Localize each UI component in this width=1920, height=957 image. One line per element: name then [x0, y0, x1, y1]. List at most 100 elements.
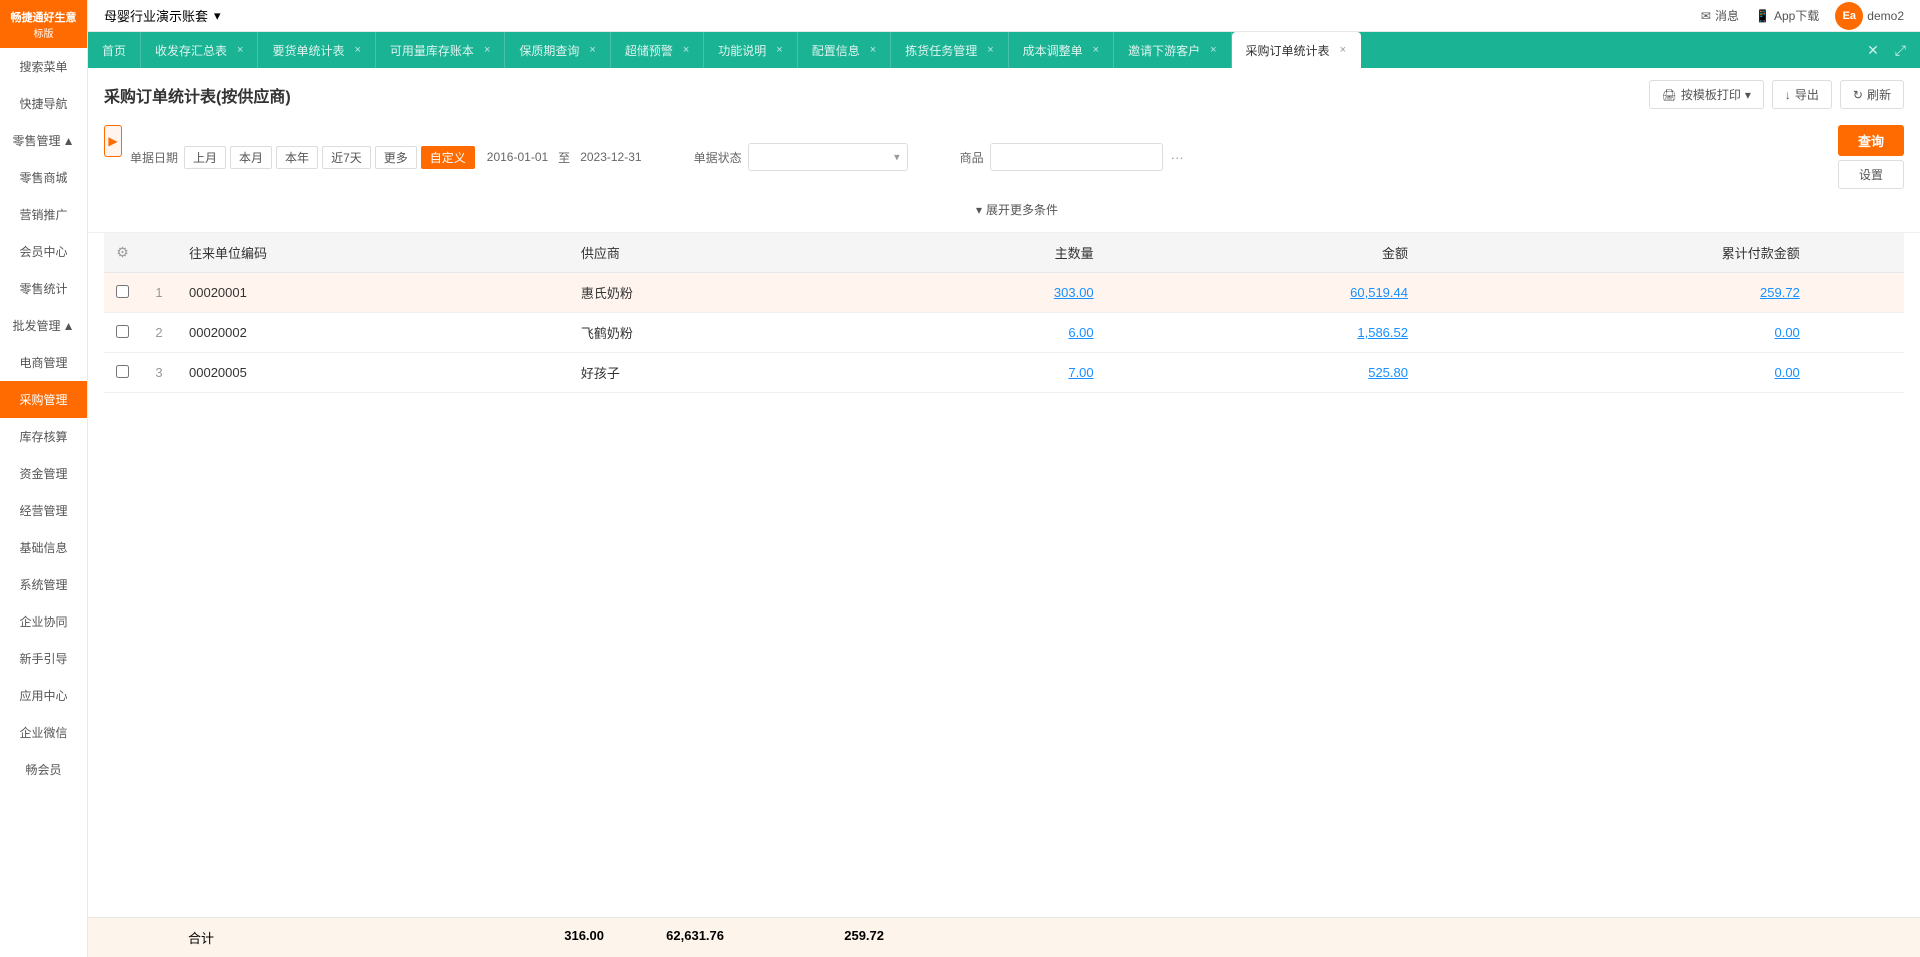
wholesale-arrow-icon: ▲ [63, 319, 75, 333]
sidebar-item-ecommerce[interactable]: 电商管理 [0, 344, 87, 381]
tab-close-all-btn[interactable]: ✕ [1861, 40, 1885, 61]
row-amount[interactable]: 1,586.52 [1106, 313, 1420, 353]
tab-receive-summary-close[interactable]: × [237, 44, 243, 56]
tab-overstock-alert-close[interactable]: × [683, 44, 689, 56]
filter-status-select[interactable] [748, 143, 908, 171]
date-range-sep: 至 [558, 149, 570, 166]
tab-overstock-alert-label: 超储预警 [625, 42, 673, 59]
row-main-qty[interactable]: 6.00 [861, 313, 1106, 353]
tab-overstock-alert[interactable]: 超储预警 × [611, 32, 704, 68]
sidebar-item-retail-label: 零售管理 [13, 132, 61, 149]
footer-amount: 62,631.76 [616, 928, 736, 947]
tab-picking-tasks-close[interactable]: × [987, 44, 993, 56]
sidebar-item-member[interactable]: 会员中心 [0, 233, 87, 270]
tab-purchase-summary-close[interactable]: × [1340, 44, 1346, 56]
tab-config-info-close[interactable]: × [870, 44, 876, 56]
tab-goods-summary-close[interactable]: × [354, 44, 360, 56]
filter-goods-item: 商品 ··· [960, 143, 1184, 171]
sidebar-item-retail[interactable]: 零售管理 ▲ [0, 122, 87, 159]
refresh-btn[interactable]: ↻ 刷新 [1840, 80, 1904, 109]
date-btn-last-month[interactable]: 上月 [184, 146, 226, 169]
row-paid-amount[interactable]: 259.72 [1420, 273, 1812, 313]
sidebar-item-wechat[interactable]: 企业微信 [0, 714, 87, 751]
tab-purchase-summary[interactable]: 采购订单统计表 × [1232, 32, 1361, 68]
sidebar-item-newguide[interactable]: 新手引导 [0, 640, 87, 677]
tab-home[interactable]: 首页 [88, 32, 141, 68]
message-icon: ✉ [1701, 9, 1711, 23]
tab-expiry-query-close[interactable]: × [589, 44, 595, 56]
row-amount[interactable]: 525.80 [1106, 353, 1420, 393]
expand-icon: ▾ [976, 203, 982, 217]
tab-available-inventory-close[interactable]: × [484, 44, 490, 56]
sidebar-item-enterprise[interactable]: 企业协同 [0, 603, 87, 640]
sidebar-item-search[interactable]: 搜索菜单 [0, 48, 87, 85]
row-amount[interactable]: 60,519.44 [1106, 273, 1420, 313]
sidebar-item-basic[interactable]: 基础信息 [0, 529, 87, 566]
tab-function-desc[interactable]: 功能说明 × [704, 32, 797, 68]
footer-main-qty: 316.00 [496, 928, 616, 947]
filter-goods-label: 商品 [960, 149, 984, 166]
row-paid-amount[interactable]: 0.00 [1420, 313, 1812, 353]
tab-function-desc-label: 功能说明 [718, 42, 766, 59]
row-extra [1812, 353, 1904, 393]
row-unit-code: 00020005 [177, 353, 569, 393]
row-main-qty[interactable]: 303.00 [861, 273, 1106, 313]
sidebar-item-shortcut[interactable]: 快捷导航 [0, 85, 87, 122]
goods-search-more-icon[interactable]: ··· [1171, 150, 1184, 165]
date-btn-this-month[interactable]: 本月 [230, 146, 272, 169]
date-btn-this-year[interactable]: 本年 [276, 146, 318, 169]
row-paid-amount[interactable]: 0.00 [1420, 353, 1812, 393]
column-settings-icon[interactable]: ⚙ [116, 244, 129, 260]
settings-btn[interactable]: 设置 [1838, 160, 1904, 189]
query-btn[interactable]: 查询 [1838, 125, 1904, 156]
filter-goods-input[interactable] [990, 143, 1163, 171]
sidebar-item-operations[interactable]: 经营管理 [0, 492, 87, 529]
sidebar-item-purchase[interactable]: 采购管理 [0, 381, 87, 418]
tab-available-inventory[interactable]: 可用量库存账本 × [376, 32, 505, 68]
template-print-btn[interactable]: 🖨 按模板打印 ▾ [1649, 80, 1764, 109]
main-area: 母婴行业演示账套 ▾ ✉ 消息 📱 App下载 Ea demo2 首页 收发存汇… [88, 0, 1920, 957]
sidebar-item-finance[interactable]: 资金管理 [0, 455, 87, 492]
tab-receive-summary[interactable]: 收发存汇总表 × [141, 32, 258, 68]
filter-date-item: 单据日期 上月 本月 本年 近7天 更多 自定义 [130, 146, 475, 169]
row-checkbox[interactable] [116, 285, 129, 298]
tab-invite-downstream[interactable]: 邀请下游客户 × [1114, 32, 1231, 68]
app-download-btn[interactable]: 📱 App下载 [1755, 7, 1819, 24]
date-btn-7days[interactable]: 近7天 [322, 146, 371, 169]
sidebar-item-retail-stats[interactable]: 零售统计 [0, 270, 87, 307]
user-avatar-btn[interactable]: Ea demo2 [1835, 2, 1904, 30]
row-main-qty[interactable]: 7.00 [861, 353, 1106, 393]
table-row: 3 00020005 好孩子 7.00 525.80 0.00 [104, 353, 1904, 393]
print-icon: 🖨 [1662, 88, 1677, 102]
tab-invite-downstream-close[interactable]: × [1210, 44, 1216, 56]
date-btn-custom[interactable]: 自定义 [421, 146, 475, 169]
footer-supplier-spacer [336, 928, 496, 947]
tab-cost-adjust[interactable]: 成本调整单 × [1009, 32, 1114, 68]
message-btn[interactable]: ✉ 消息 [1701, 7, 1739, 24]
tab-expiry-query[interactable]: 保质期查询 × [505, 32, 610, 68]
sidebar: 畅捷通好生意 标版 搜索菜单 快捷导航 零售管理 ▲ 零售商城 营销推广 会员中… [0, 0, 88, 957]
tab-goods-summary[interactable]: 要货单统计表 × [258, 32, 375, 68]
row-checkbox[interactable] [116, 325, 129, 338]
sidebar-item-appcenter[interactable]: 应用中心 [0, 677, 87, 714]
sidebar-item-wholesale[interactable]: 批发管理 ▲ [0, 307, 87, 344]
tab-restore-btn[interactable]: ⤢ [1889, 40, 1912, 61]
expand-more-btn[interactable]: ▾ 展开更多条件 [976, 195, 1058, 224]
sidebar-item-retail-shop[interactable]: 零售商城 [0, 159, 87, 196]
account-selector[interactable]: 母婴行业演示账套 ▾ [104, 6, 221, 25]
tab-picking-tasks[interactable]: 拣货任务管理 × [891, 32, 1008, 68]
export-btn[interactable]: ↓ 导出 [1772, 80, 1832, 109]
tab-function-desc-close[interactable]: × [776, 44, 782, 56]
sidebar-item-member2[interactable]: 畅会员 [0, 751, 87, 788]
col-unit-code: 往来单位编码 [177, 233, 569, 273]
table-header-row: ⚙ 往来单位编码 供应商 主数量 金额 累计付款金额 [104, 233, 1904, 273]
date-btn-more[interactable]: 更多 [375, 146, 417, 169]
sidebar-item-system[interactable]: 系统管理 [0, 566, 87, 603]
sidebar-item-marketing[interactable]: 营销推广 [0, 196, 87, 233]
sidebar-item-inventory[interactable]: 库存核算 [0, 418, 87, 455]
tab-cost-adjust-close[interactable]: × [1093, 44, 1099, 56]
row-checkbox[interactable] [116, 365, 129, 378]
row-extra [1812, 273, 1904, 313]
tab-config-info[interactable]: 配置信息 × [798, 32, 891, 68]
filter-toggle-btn[interactable]: ▶ [104, 125, 122, 157]
